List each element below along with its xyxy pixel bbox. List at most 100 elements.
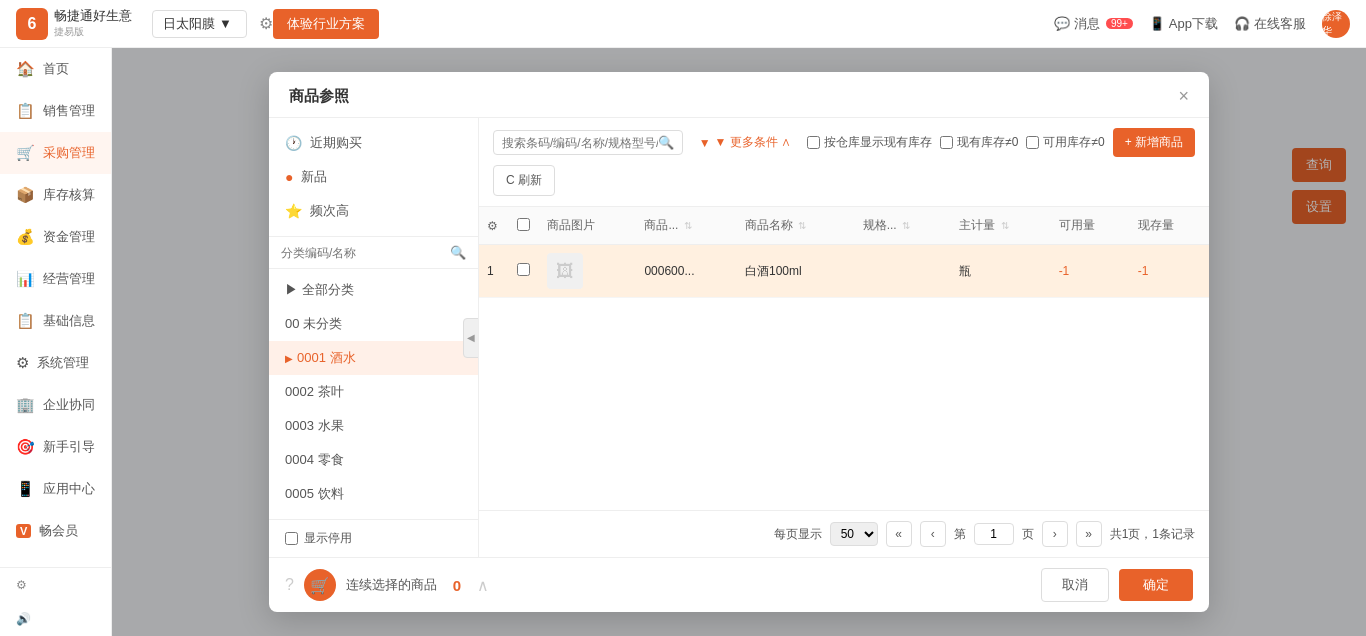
experience-button[interactable]: 体验行业方案 — [273, 9, 379, 39]
cancel-button[interactable]: 取消 — [1041, 568, 1109, 602]
cell-image: 🖼 — [539, 245, 636, 298]
left-panel-tabs: 🕐 近期购买 ● 新品 ⭐ 频次高 — [269, 118, 478, 237]
col-stock[interactable]: 现存量 — [1130, 207, 1209, 245]
category-0008[interactable]: 0008 水 — [269, 511, 478, 519]
phone-icon: 📱 — [1149, 16, 1165, 31]
category-0002[interactable]: 0002 茶叶 — [269, 375, 478, 409]
sidebar-item-guide[interactable]: 🎯 新手引导 — [0, 426, 111, 468]
modal-footer: ? 🛒 连续选择的商品 0 ∧ 取消 确定 — [269, 557, 1209, 612]
sidebar-item-system[interactable]: ⚙ 系统管理 — [0, 342, 111, 384]
sidebar-item-finance[interactable]: 💰 资金管理 — [0, 216, 111, 258]
new-product-button[interactable]: + 新增商品 — [1113, 128, 1195, 157]
cart-button[interactable]: 🛒 — [304, 569, 336, 601]
messages-item[interactable]: 💬 消息 99+ — [1054, 15, 1133, 33]
member-icon: V — [16, 524, 31, 538]
col-spec[interactable]: 规格... ⇅ — [855, 207, 951, 245]
expand-icon: ▶ — [285, 353, 293, 364]
tab-new-products[interactable]: ● 新品 — [269, 160, 478, 194]
category-0001[interactable]: ▶ 0001 酒水 — [269, 341, 478, 375]
show-disabled-checkbox[interactable] — [285, 532, 298, 545]
sidebar-item-basic[interactable]: 📋 基础信息 — [0, 300, 111, 342]
total-info: 共1页，1条记录 — [1110, 526, 1195, 543]
page-size-select[interactable]: 50 — [830, 522, 878, 546]
basic-icon: 📋 — [16, 312, 35, 330]
sidebar-item-apps[interactable]: 📱 应用中心 — [0, 468, 111, 510]
inventory-icon: 📦 — [16, 186, 35, 204]
gear-icon[interactable]: ⚙ — [259, 14, 273, 33]
sidebar-item-inventory[interactable]: 📦 库存核算 — [0, 174, 111, 216]
cell-unit: 瓶 — [951, 245, 1050, 298]
right-toolbar: 🔍 ▼ ▼ 更多条件 ∧ 按仓库显示现有库存 现有库存≠0 — [479, 118, 1209, 207]
main-content: 查询 设置 商品参照 × 🕐 近期购买 — [112, 48, 1366, 636]
checkbox-current-stock[interactable]: 现有库存≠0 — [940, 134, 1018, 151]
sidebar-bottom-volume[interactable]: 🔊 — [0, 602, 111, 636]
modal-close-button[interactable]: × — [1178, 86, 1189, 107]
filter-button[interactable]: ▼ ▼ 更多条件 ∧ — [691, 130, 799, 155]
tab-recent-purchase[interactable]: 🕐 近期购买 — [269, 126, 478, 160]
cell-spec — [855, 245, 951, 298]
collapse-button[interactable]: ◀ — [463, 318, 479, 358]
page-input[interactable] — [974, 523, 1014, 545]
sidebar-bottom-settings[interactable]: ⚙ — [0, 568, 111, 602]
checkbox-available-stock[interactable]: 可用库存≠0 — [1026, 134, 1104, 151]
sidebar-item-operations[interactable]: 📊 经营管理 — [0, 258, 111, 300]
sidebar-item-home[interactable]: 🏠 首页 — [0, 48, 111, 90]
modal-header: 商品参照 × — [269, 72, 1209, 118]
cell-code: 000600... — [636, 245, 737, 298]
app-download-item[interactable]: 📱 App下载 — [1149, 15, 1218, 33]
sidebar-item-member[interactable]: V 畅会员 — [0, 510, 111, 552]
operations-icon: 📊 — [16, 270, 35, 288]
modal-title: 商品参照 — [289, 87, 349, 106]
category-all[interactable]: ▶ 全部分类 — [269, 273, 478, 307]
col-available[interactable]: 可用量 — [1051, 207, 1130, 245]
category-0004[interactable]: 0004 零食 — [269, 443, 478, 477]
search-icon[interactable]: 🔍 — [658, 135, 674, 150]
product-search-input[interactable] — [502, 136, 658, 150]
apps-icon: 📱 — [16, 480, 35, 498]
user-item[interactable]: 徐泽华 — [1322, 10, 1350, 38]
sidebar-item-enterprise[interactable]: 🏢 企业协同 — [0, 384, 111, 426]
clock-icon: 🕐 — [285, 135, 302, 151]
enterprise-icon: 🏢 — [16, 396, 35, 414]
col-settings[interactable]: ⚙ — [479, 207, 509, 245]
confirm-button[interactable]: 确定 — [1119, 569, 1193, 601]
purchase-icon: 🛒 — [16, 144, 35, 162]
sort-spec-icon: ⇅ — [902, 220, 910, 231]
select-all-checkbox[interactable] — [517, 218, 530, 231]
selected-count: 0 — [447, 577, 467, 594]
cell-name: 白酒100ml — [737, 245, 855, 298]
logo-icon: 6 — [16, 8, 48, 40]
category-search-icon[interactable]: 🔍 — [450, 245, 466, 260]
table-row[interactable]: 1 🖼 000600... 白酒100ml 瓶 — [479, 245, 1209, 298]
message-icon: 💬 — [1054, 16, 1070, 31]
cell-checkbox[interactable] — [509, 245, 539, 298]
modal-overlay: 商品参照 × 🕐 近期购买 ● 新品 — [112, 48, 1366, 636]
tab-frequent[interactable]: ⭐ 频次高 — [269, 194, 478, 228]
sidebar-item-sales[interactable]: 📋 销售管理 — [0, 90, 111, 132]
show-disabled-label[interactable]: 显示停用 — [304, 530, 352, 547]
nav-right: 💬 消息 99+ 📱 App下载 🎧 在线客服 徐泽华 — [1054, 10, 1350, 38]
page-size-label: 每页显示 — [774, 526, 822, 543]
sidebar-bottom: ⚙ 🔊 — [0, 567, 111, 636]
system-icon: ⚙ — [16, 354, 29, 372]
category-00[interactable]: 00 未分类 — [269, 307, 478, 341]
sidebar-item-purchase[interactable]: 🛒 采购管理 — [0, 132, 111, 174]
refresh-button[interactable]: C 刷新 — [493, 165, 555, 196]
category-0003[interactable]: 0003 水果 — [269, 409, 478, 443]
col-name[interactable]: 商品名称 ⇅ — [737, 207, 855, 245]
last-page-button[interactable]: » — [1076, 521, 1102, 547]
online-service-item[interactable]: 🎧 在线客服 — [1234, 15, 1306, 33]
first-page-button[interactable]: « — [886, 521, 912, 547]
message-badge: 99+ — [1106, 18, 1133, 29]
checkbox-warehouse-stock[interactable]: 按仓库显示现有库存 — [807, 134, 932, 151]
product-thumbnail: 🖼 — [547, 253, 583, 289]
col-code[interactable]: 商品... ⇅ — [636, 207, 737, 245]
category-0005[interactable]: 0005 饮料 — [269, 477, 478, 511]
prev-page-button[interactable]: ‹ — [920, 521, 946, 547]
store-selector[interactable]: 日太阳膜 ▼ — [152, 10, 247, 38]
expand-icon[interactable]: ∧ — [477, 576, 489, 595]
help-icon[interactable]: ? — [285, 576, 294, 594]
next-page-button[interactable]: › — [1042, 521, 1068, 547]
col-unit[interactable]: 主计量 ⇅ — [951, 207, 1050, 245]
category-search-input[interactable] — [281, 246, 450, 260]
